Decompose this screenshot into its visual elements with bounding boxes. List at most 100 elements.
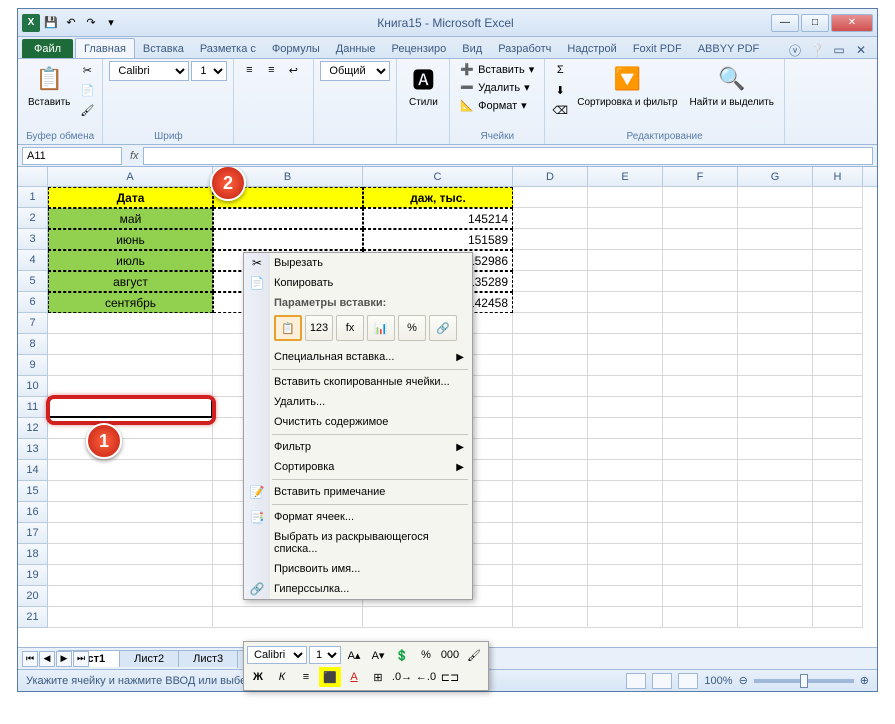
styles-button[interactable]: 🅰 Стили (403, 61, 443, 110)
ctx-define-name[interactable]: Присвоить имя... (244, 559, 472, 579)
sheet-nav-next[interactable]: ▶ (56, 651, 72, 667)
cell[interactable] (663, 355, 738, 376)
cell[interactable] (48, 313, 213, 334)
wrap-icon[interactable]: ↩ (284, 61, 302, 79)
cell[interactable] (588, 460, 663, 481)
tab-insert[interactable]: Вставка (135, 39, 192, 58)
cell[interactable] (738, 271, 813, 292)
cell[interactable] (588, 481, 663, 502)
cell[interactable] (513, 355, 588, 376)
font-size-select[interactable]: 11 (191, 61, 227, 81)
cell[interactable] (588, 229, 663, 250)
cell[interactable] (663, 460, 738, 481)
paste-opt-formatting[interactable]: % (398, 315, 426, 341)
row-header[interactable]: 16 (18, 502, 48, 523)
cell[interactable] (48, 586, 213, 607)
view-normal-icon[interactable] (626, 673, 646, 689)
redo-icon[interactable]: ↷ (82, 14, 100, 32)
tab-addins[interactable]: Надстрой (559, 39, 624, 58)
cell[interactable] (813, 460, 863, 481)
help-icon[interactable]: ❔ (809, 42, 825, 58)
paste-opt-values[interactable]: 123 (305, 315, 333, 341)
tab-data[interactable]: Данные (328, 39, 384, 58)
cell[interactable] (738, 439, 813, 460)
maximize-button[interactable]: □ (801, 14, 829, 32)
cell[interactable] (813, 523, 863, 544)
cell[interactable] (588, 397, 663, 418)
cell[interactable] (513, 460, 588, 481)
mt-comma-icon[interactable]: 000 (439, 645, 461, 665)
row-header[interactable]: 17 (18, 523, 48, 544)
cell[interactable] (513, 481, 588, 502)
cell[interactable] (513, 334, 588, 355)
cell[interactable] (813, 397, 863, 418)
cell[interactable] (588, 292, 663, 313)
cell[interactable] (663, 607, 738, 628)
cell[interactable] (813, 565, 863, 586)
cell[interactable] (513, 229, 588, 250)
row-header[interactable]: 8 (18, 334, 48, 355)
row-header[interactable]: 11 (18, 397, 48, 418)
cell[interactable] (48, 439, 213, 460)
cell[interactable] (813, 502, 863, 523)
col-header-h[interactable]: H (813, 167, 863, 186)
cell[interactable] (663, 586, 738, 607)
cell[interactable] (663, 229, 738, 250)
row-header[interactable]: 18 (18, 544, 48, 565)
cell[interactable] (813, 334, 863, 355)
align-top-icon[interactable]: ≡ (240, 61, 258, 79)
ctx-delete[interactable]: Удалить... (244, 392, 472, 412)
cell[interactable]: 145214 (363, 208, 513, 229)
cell[interactable] (813, 229, 863, 250)
cell[interactable] (738, 292, 813, 313)
cell[interactable] (588, 439, 663, 460)
select-all-corner[interactable] (18, 167, 48, 186)
cell[interactable] (513, 271, 588, 292)
tab-developer[interactable]: Разработч (490, 39, 559, 58)
cell[interactable] (48, 523, 213, 544)
row-header[interactable]: 5 (18, 271, 48, 292)
cell[interactable] (213, 607, 363, 628)
mt-font-select[interactable]: Calibri (247, 646, 307, 664)
cell[interactable] (48, 481, 213, 502)
ribbon-options-icon[interactable]: ▭ (831, 42, 847, 58)
cell[interactable] (813, 418, 863, 439)
cell[interactable] (738, 187, 813, 208)
ctx-filter[interactable]: Фильтр▶ (244, 437, 472, 457)
ctx-sort[interactable]: Сортировка▶ (244, 457, 472, 477)
row-header[interactable]: 12 (18, 418, 48, 439)
cell[interactable] (48, 607, 213, 628)
qat-dropdown-icon[interactable]: ▾ (102, 14, 120, 32)
cells-format-button[interactable]: 📐Формат▾ (456, 97, 530, 114)
cell[interactable] (813, 586, 863, 607)
cell[interactable] (738, 397, 813, 418)
cell[interactable] (48, 418, 213, 439)
fill-icon[interactable]: ⬇ (551, 81, 569, 99)
ctx-comment[interactable]: 📝Вставить примечание (244, 482, 472, 502)
cell[interactable] (813, 271, 863, 292)
cell[interactable] (663, 439, 738, 460)
paste-opt-link[interactable]: 🔗 (429, 315, 457, 341)
save-icon[interactable]: 💾 (42, 14, 60, 32)
mt-size-select[interactable]: 11 (309, 646, 341, 664)
cell[interactable] (738, 544, 813, 565)
cell[interactable] (48, 355, 213, 376)
cell[interactable] (48, 502, 213, 523)
file-tab[interactable]: Файл (22, 39, 73, 58)
row-header[interactable]: 19 (18, 565, 48, 586)
copy-icon[interactable]: 📄 (78, 81, 96, 99)
mt-italic-icon[interactable]: К (271, 667, 293, 687)
tab-review[interactable]: Рецензиро (384, 39, 455, 58)
cell[interactable]: сентябрь (48, 292, 213, 313)
paste-button[interactable]: 📋 Вставить (24, 61, 74, 110)
cell[interactable] (48, 376, 213, 397)
sheet-tab-3[interactable]: Лист3 (178, 650, 238, 667)
mt-fill-icon[interactable]: ⬛ (319, 667, 341, 687)
row-header[interactable]: 4 (18, 250, 48, 271)
zoom-slider[interactable] (754, 679, 854, 683)
tab-layout[interactable]: Разметка с (192, 39, 264, 58)
col-header-f[interactable]: F (663, 167, 738, 186)
mt-percent-icon[interactable]: % (415, 645, 437, 665)
cell[interactable] (813, 250, 863, 271)
cell[interactable] (513, 502, 588, 523)
